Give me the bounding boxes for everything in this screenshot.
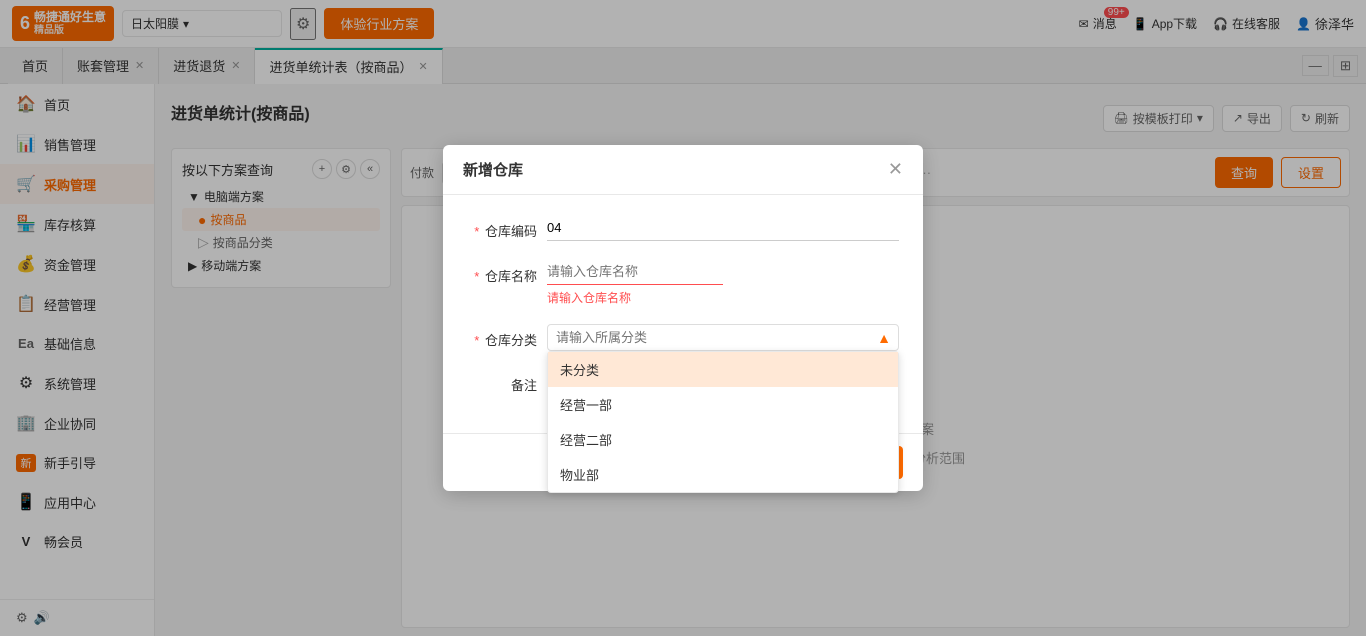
code-input[interactable] [547, 215, 899, 241]
required-star-category: * [474, 333, 479, 348]
modal-body: * 仓库编码 * 仓库名称 请输入仓库名称 [443, 195, 923, 433]
code-label: * 仓库编码 [467, 215, 537, 240]
dropdown-item-3[interactable]: 物业部 [548, 457, 898, 492]
category-dropdown-arrow[interactable]: ▲ [877, 330, 891, 346]
required-star-code: * [474, 224, 479, 239]
category-input[interactable] [547, 324, 899, 351]
form-row-code: * 仓库编码 [467, 215, 899, 241]
modal-overlay[interactable]: 新增仓库 ✕ * 仓库编码 * 仓库名称 [0, 0, 1366, 636]
modal-close-button[interactable]: ✕ [888, 159, 903, 180]
remark-label: 备注 [467, 369, 537, 394]
dropdown-item-1[interactable]: 经营一部 [548, 387, 898, 422]
required-star-name: * [474, 269, 479, 284]
dropdown-item-2[interactable]: 经营二部 [548, 422, 898, 457]
name-input[interactable] [547, 259, 723, 285]
category-label: * 仓库分类 [467, 324, 537, 349]
form-row-name: * 仓库名称 请输入仓库名称 [467, 259, 899, 306]
category-select-wrap: ▲ 未分类 经营一部 经营二部 物业部 [547, 324, 899, 351]
modal-header: 新增仓库 ✕ [443, 145, 923, 195]
modal-title: 新增仓库 [463, 159, 523, 180]
add-warehouse-modal: 新增仓库 ✕ * 仓库编码 * 仓库名称 [443, 145, 923, 491]
form-row-category: * 仓库分类 ▲ 未分类 经营一部 经营二部 [467, 324, 899, 351]
name-error-message: 请输入仓库名称 [547, 291, 631, 305]
name-label: * 仓库名称 [467, 260, 537, 285]
category-dropdown-list: 未分类 经营一部 经营二部 物业部 [547, 351, 899, 493]
dropdown-item-0[interactable]: 未分类 [548, 352, 898, 387]
